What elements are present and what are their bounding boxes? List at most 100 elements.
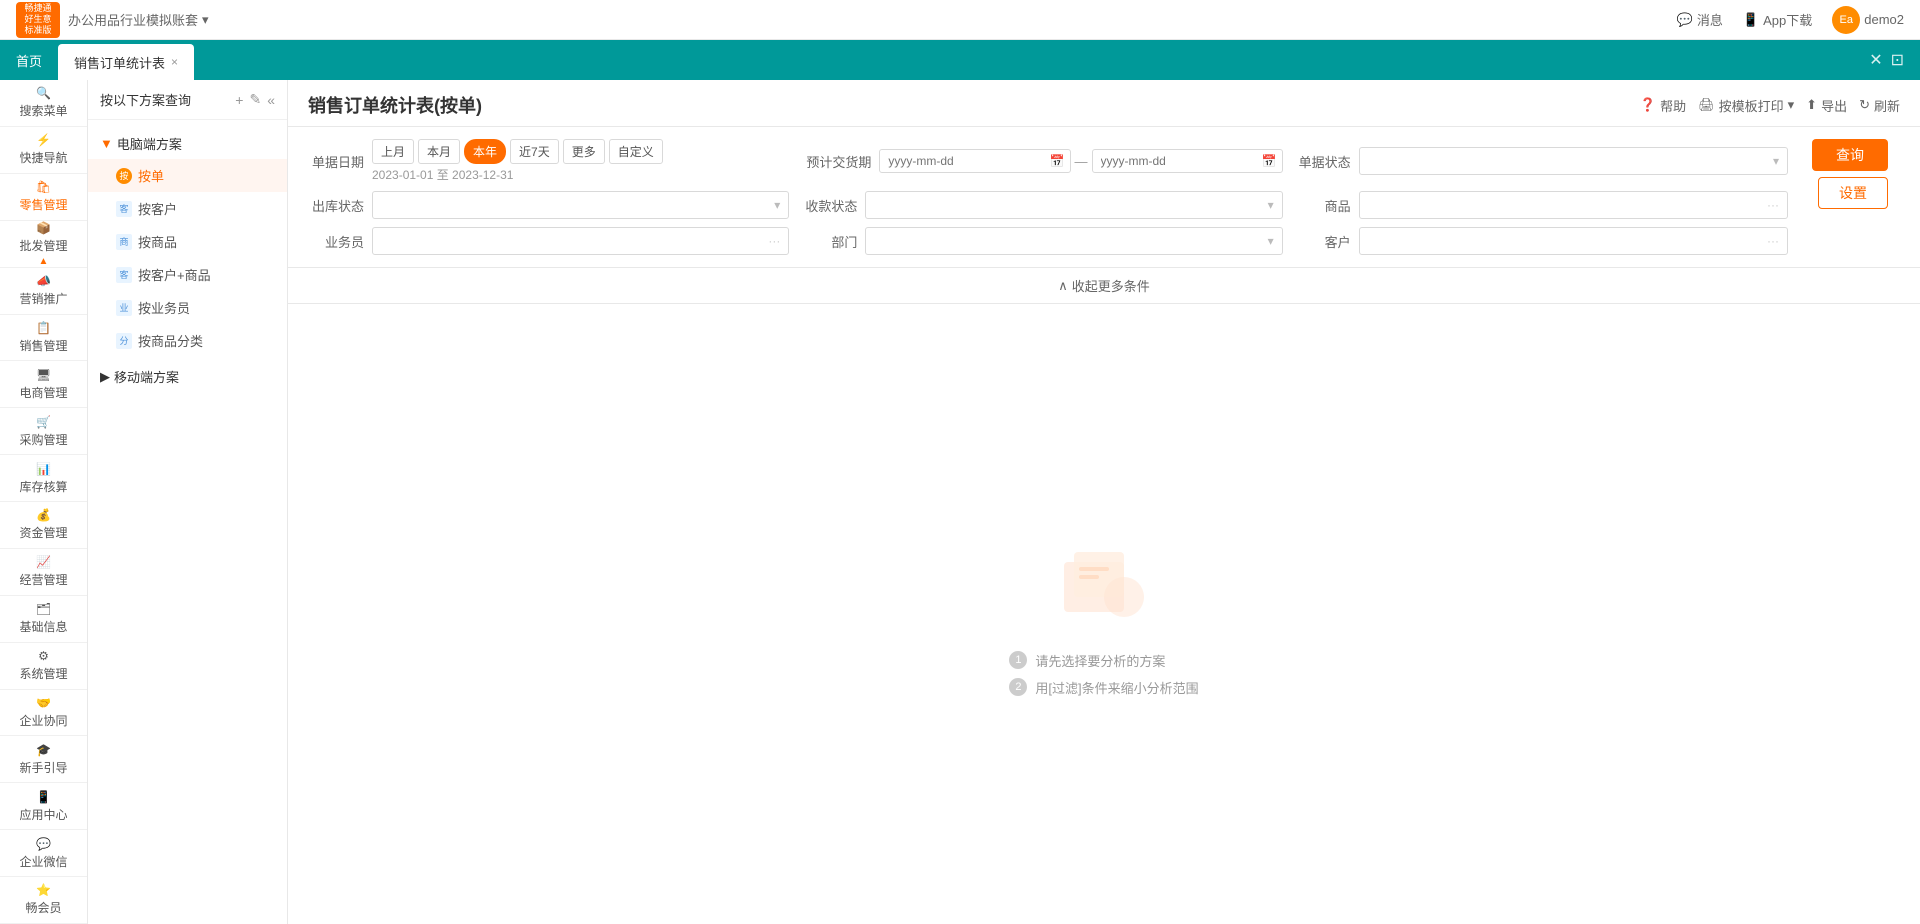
dept-select[interactable]: ▾ (865, 227, 1282, 255)
collapse-more-btn[interactable]: ∧ 收起更多条件 (1058, 276, 1150, 295)
scheme-item-by-goods[interactable]: 商 按商品 (88, 225, 287, 258)
guide-icon: 🎓 (36, 743, 51, 757)
print-icon: 🖨 (1698, 97, 1715, 113)
collapse-up-icon: ∧ (1058, 278, 1068, 294)
empty-state: 1 请先选择要分析的方案 2 用[过滤]条件来缩小分析范围 (288, 304, 1920, 924)
tab-sales-order[interactable]: 销售订单统计表 × (58, 44, 194, 80)
expected-date-label: 预计交货期 (801, 152, 871, 171)
export-icon: ⬆ (1806, 97, 1817, 113)
payment-arrow-icon: ▾ (1268, 198, 1274, 212)
sidebar-item-system[interactable]: ⚙ 系统管理 (0, 643, 87, 690)
sidebar-item-basic[interactable]: 🗂 基础信息 (0, 596, 87, 643)
scheme-item-by-staff[interactable]: 业 按业务员 (88, 291, 287, 324)
empty-tip-2: 2 用[过滤]条件来缩小分析范围 (1009, 678, 1198, 697)
sidebar-item-finance[interactable]: 💰 资金管理 (0, 502, 87, 549)
scheme-section: ▼ 电脑端方案 按 按单 客 按客户 商 按商品 客 按客户+商品 (88, 120, 287, 400)
collab-icon: 🤝 (36, 696, 51, 710)
customer-input[interactable]: ··· (1359, 227, 1788, 255)
page-header: 销售订单统计表(按单) ❓ 帮助 🖨 按模板打印 ▾ ⬆ 导出 (288, 80, 1920, 127)
settings-button[interactable]: 设置 (1818, 177, 1888, 209)
staff-input[interactable]: ··· (372, 227, 789, 255)
goods-input[interactable]: ··· (1359, 191, 1788, 219)
scheme-category-mobile[interactable]: ▶ 移动端方案 (88, 361, 287, 392)
outbound-select[interactable]: ▾ (372, 191, 789, 219)
top-bar: 畅捷通好生意标准版 办公用品行业模拟账套 ▾ 💬 消息 📱 App下载 Ea d… (0, 0, 1920, 40)
help-btn[interactable]: ❓ 帮助 (1640, 96, 1686, 115)
sidebar-item-guide[interactable]: 🎓 新手引导 (0, 736, 87, 783)
status-arrow-icon: ▾ (1773, 154, 1779, 168)
print-dropdown-icon: ▾ (1788, 97, 1795, 113)
user-menu[interactable]: Ea demo2 (1832, 6, 1904, 34)
top-bar-left: 畅捷通好生意标准版 办公用品行业模拟账套 ▾ (16, 2, 209, 38)
sidebar-item-sales[interactable]: 📋 销售管理 (0, 315, 87, 362)
tab-minimize-btn[interactable]: ✕ (1869, 50, 1882, 70)
dept-arrow-icon: ▾ (1268, 234, 1274, 248)
sidebar-item-marketing[interactable]: 📣 营销推广 (0, 268, 87, 315)
sidebar-item-operation[interactable]: 📈 经营管理 (0, 549, 87, 596)
date-btn-last-month[interactable]: 上月 (372, 139, 414, 164)
date-btn-this-month[interactable]: 本月 (418, 139, 460, 164)
filter-payment-cell: 收款状态 ▾ (801, 191, 1294, 219)
sidebar-item-retail[interactable]: 🛍 零售管理 (0, 174, 87, 221)
download-icon: 📱 (1743, 12, 1759, 28)
operation-icon: 📈 (36, 555, 51, 569)
app-selector[interactable]: 办公用品行业模拟账套 ▾ (68, 10, 209, 29)
sidebar-item-collab[interactable]: 🤝 企业协同 (0, 690, 87, 737)
tab-home[interactable]: 首页 (0, 40, 58, 80)
app-download-btn[interactable]: 📱 App下载 (1743, 10, 1812, 29)
sidebar-quick-nav[interactable]: ⚡ 快捷导航 (0, 127, 87, 174)
tip-num-1: 1 (1009, 651, 1027, 669)
sidebar-item-wechat[interactable]: 💬 企业微信 (0, 830, 87, 877)
scheme-item-by-customer[interactable]: 客 按客户 (88, 192, 287, 225)
sidebar-item-member[interactable]: ⭐ 畅会员 (0, 877, 87, 924)
tab-close-icon[interactable]: × (171, 55, 178, 69)
scheme-item-by-customer-goods[interactable]: 客 按客户+商品 (88, 258, 287, 291)
filter-row-3: 业务员 ··· 部门 ▾ (308, 227, 1788, 255)
empty-tip-1: 1 请先选择要分析的方案 (1009, 651, 1198, 670)
outbound-label: 出库状态 (308, 196, 364, 215)
date-btn-this-year[interactable]: 本年 (464, 139, 506, 164)
scheme-item-by-category[interactable]: 分 按商品分类 (88, 324, 287, 357)
date-range-display: 2023-01-01 至 2023-12-31 (372, 166, 789, 183)
sidebar-item-ecommerce[interactable]: 🖥 电商管理 (0, 361, 87, 408)
logo: 畅捷通好生意标准版 (16, 2, 60, 38)
expected-date-end-input[interactable] (1092, 149, 1283, 173)
date-btn-7days[interactable]: 近7天 (510, 139, 559, 164)
sidebar-item-purchase[interactable]: 🛒 采购管理 (0, 408, 87, 455)
date-btn-more[interactable]: 更多 (563, 139, 605, 164)
refresh-btn[interactable]: ↻ 刷新 (1859, 96, 1900, 115)
filter-dept-cell: 部门 ▾ (801, 227, 1294, 255)
sidebar-item-apps[interactable]: 📱 应用中心 (0, 783, 87, 830)
add-scheme-btn[interactable]: + (235, 92, 243, 108)
filter-row-1: 单据日期 上月 本月 本年 近7天 更多 自定义 (308, 139, 1788, 183)
marketing-icon: 📣 (36, 274, 51, 288)
customer-dots-icon: ··· (1767, 234, 1779, 248)
edit-scheme-btn[interactable]: ✎ (249, 91, 261, 108)
left-panel-header: 按以下方案查询 + ✎ « (88, 80, 287, 120)
tip-num-2: 2 (1009, 678, 1027, 696)
tab-maximize-btn[interactable]: ⊡ (1891, 50, 1904, 70)
left-panel-title: 按以下方案查询 (100, 90, 229, 109)
goods-scheme-icon: 商 (116, 234, 132, 250)
messages-btn[interactable]: 💬 消息 (1677, 10, 1723, 29)
scheme-category-pc[interactable]: ▼ 电脑端方案 (88, 128, 287, 159)
tab-bar-actions: ✕ ⊡ (1869, 50, 1904, 70)
outbound-arrow-icon: ▾ (774, 198, 780, 212)
customer-goods-scheme-icon: 客 (116, 267, 132, 283)
status-select[interactable]: ▾ (1359, 147, 1788, 175)
expected-date-start-input[interactable] (879, 149, 1070, 173)
date-btn-custom[interactable]: 自定义 (609, 139, 663, 164)
filter-status-cell: 单据状态 ▾ (1295, 147, 1788, 175)
scheme-item-by-order[interactable]: 按 按单 (88, 159, 287, 192)
purchase-icon: 🛒 (36, 415, 51, 429)
app-name: 办公用品行业模拟账套 (68, 10, 198, 29)
search-button[interactable]: 查询 (1812, 139, 1888, 171)
sidebar-search[interactable]: 🔍 搜索菜单 (0, 80, 87, 127)
sidebar-item-inventory[interactable]: 📊 库存核算 (0, 455, 87, 502)
wechat-icon: 💬 (36, 837, 51, 851)
collapse-panel-btn[interactable]: « (267, 92, 275, 108)
sidebar-item-wholesale[interactable]: 📦 批发管理 ▲ (0, 221, 87, 268)
payment-select[interactable]: ▾ (865, 191, 1282, 219)
print-btn[interactable]: 🖨 按模板打印 ▾ (1698, 96, 1794, 115)
export-btn[interactable]: ⬆ 导出 (1806, 96, 1847, 115)
